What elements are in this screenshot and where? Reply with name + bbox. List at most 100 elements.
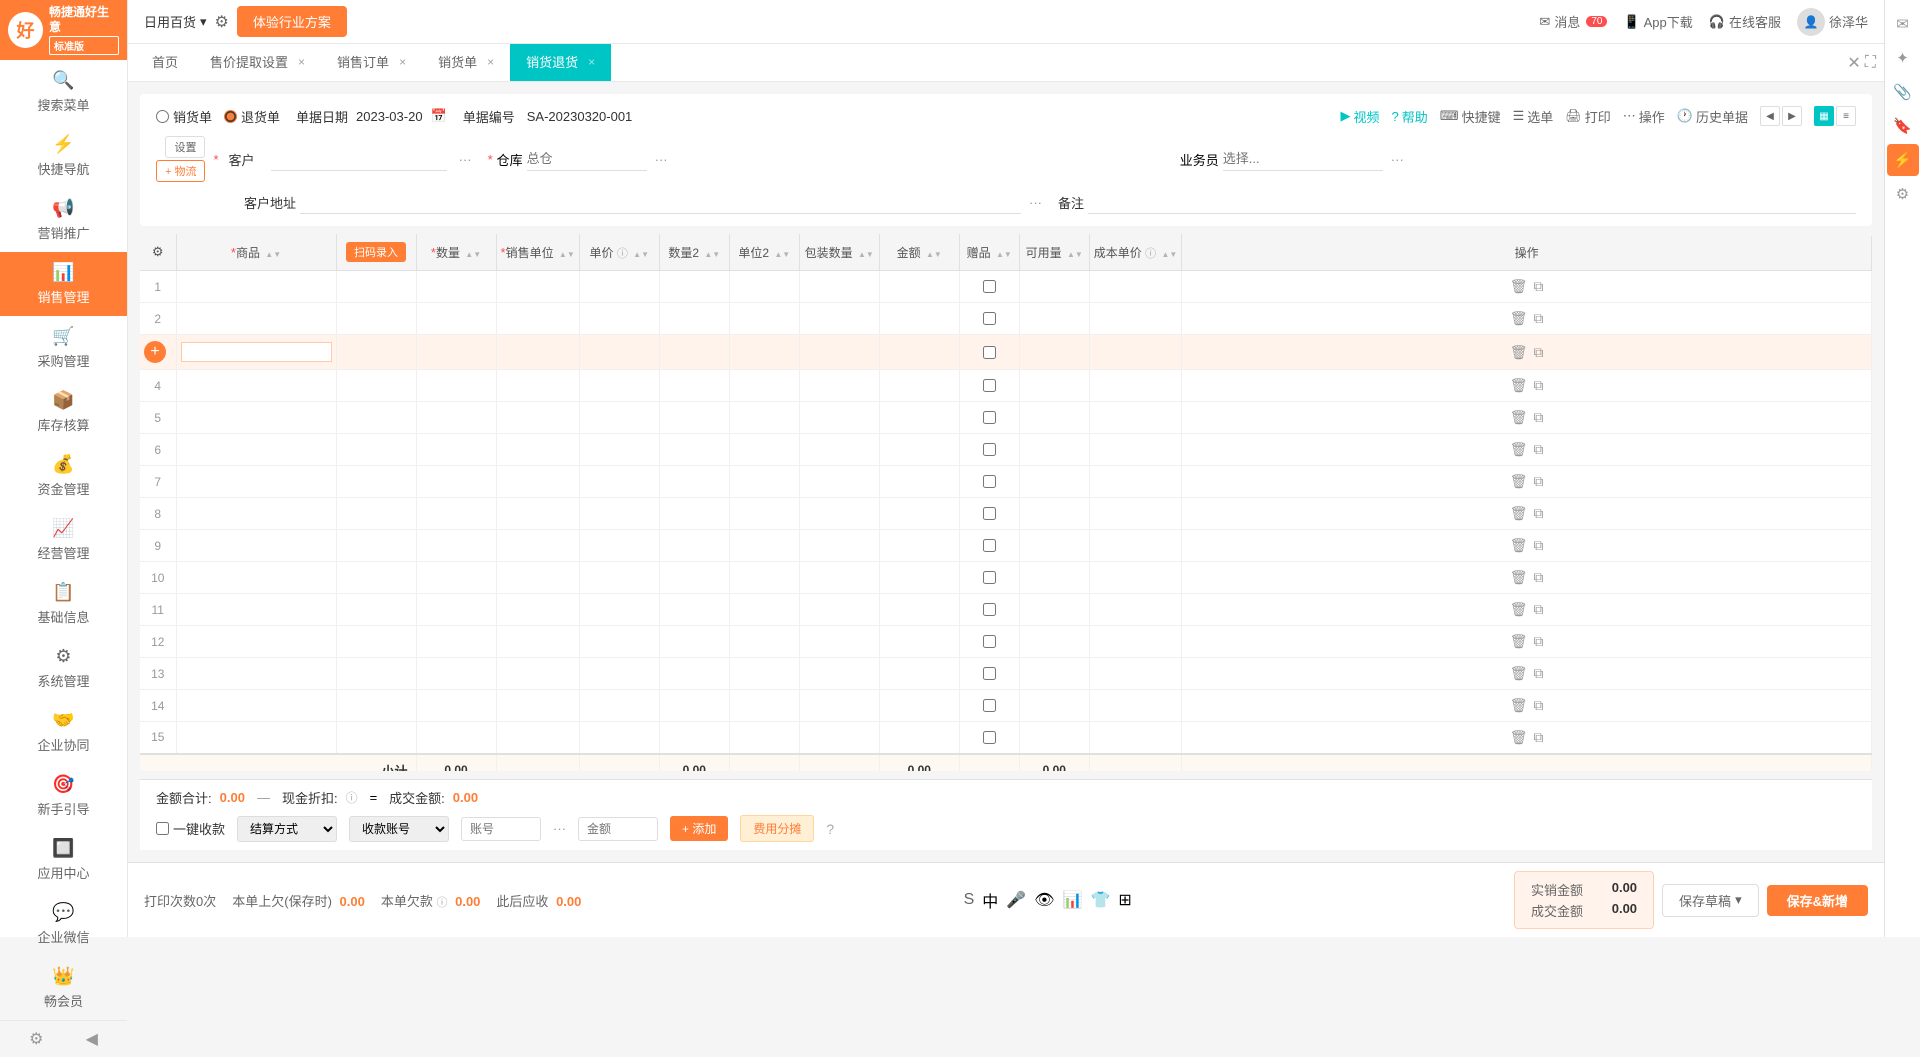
address-input[interactable] xyxy=(300,190,1021,214)
del10[interactable]: 🗑 xyxy=(1510,569,1528,586)
sort-pkgqty-icon[interactable]: ▲▼ xyxy=(858,250,874,259)
del12[interactable]: 🗑 xyxy=(1510,633,1528,650)
sort-product-icon[interactable]: ▲▼ xyxy=(265,250,281,259)
tab-sales-bill[interactable]: 销货单 × xyxy=(422,44,510,81)
gear-icon[interactable]: ⚙ xyxy=(152,244,164,259)
copy7[interactable]: ⧉ xyxy=(1534,473,1544,490)
add-payment-btn[interactable]: + 添加 xyxy=(670,816,728,841)
radio-sales-bill[interactable]: 销货单 xyxy=(156,107,212,126)
list-view-btn[interactable]: ≡ xyxy=(1836,106,1856,126)
unit2-cell-2[interactable] xyxy=(729,303,799,335)
gift-cell-3[interactable] xyxy=(959,335,1019,370)
price-cell-1[interactable] xyxy=(579,271,659,303)
history-next-btn[interactable]: ▶ xyxy=(1782,106,1802,126)
p6[interactable] xyxy=(176,434,336,466)
qty2-cell-1[interactable] xyxy=(659,271,729,303)
qty-cell-1[interactable] xyxy=(416,271,496,303)
customer-input[interactable] xyxy=(271,147,447,171)
gift-checkbox-3[interactable] xyxy=(983,346,996,359)
sidebar-item-member[interactable]: 👑 畅会员 xyxy=(0,956,127,1020)
delete-row-2-btn[interactable]: 🗑 xyxy=(1510,310,1528,327)
gift-checkbox-8[interactable] xyxy=(983,507,996,520)
qty-cell-2[interactable] xyxy=(416,303,496,335)
close-sales-return-tab-icon[interactable]: × xyxy=(588,55,595,69)
payment-method-select[interactable]: 结算方式 xyxy=(237,816,337,842)
print-btn[interactable]: 🖨 打印 xyxy=(1565,107,1611,126)
save-draft-btn[interactable]: 保存草稿 ▾ xyxy=(1662,884,1759,917)
footer-icon-7[interactable]: ⊞ xyxy=(1118,890,1131,910)
user-profile-btn[interactable]: 👤 徐泽华 xyxy=(1797,8,1868,36)
del8[interactable]: 🗑 xyxy=(1510,505,1528,522)
sort-amount-icon[interactable]: ▲▼ xyxy=(926,250,942,259)
footer-icon-3[interactable]: 🎤 xyxy=(1006,890,1026,910)
sidebar-item-quick-nav[interactable]: ⚡ 快捷导航 xyxy=(0,124,127,188)
sidebar-item-purchase[interactable]: 🛒 采购管理 xyxy=(0,316,127,380)
p8[interactable] xyxy=(176,498,336,530)
sidebar-item-finance[interactable]: 💰 资金管理 xyxy=(0,444,127,508)
gift-checkbox-5[interactable] xyxy=(983,411,996,424)
pkg-qty-cell-1[interactable] xyxy=(799,271,879,303)
sort-gift-icon[interactable]: ▲▼ xyxy=(996,250,1012,259)
right-panel-clip-btn[interactable]: 📎 xyxy=(1887,76,1919,108)
copy5[interactable]: ⧉ xyxy=(1534,409,1544,426)
del14[interactable]: 🗑 xyxy=(1510,697,1528,714)
staff-input[interactable] xyxy=(1223,147,1383,171)
gift-checkbox-6[interactable] xyxy=(983,443,996,456)
unit-cell-2[interactable] xyxy=(496,303,579,335)
sort-qty-icon[interactable]: ▲▼ xyxy=(465,250,481,259)
delete-row-1-btn[interactable]: 🗑 xyxy=(1510,278,1528,295)
payment-amount-input[interactable] xyxy=(578,817,658,841)
tab-home[interactable]: 首页 xyxy=(136,44,194,81)
gift-checkbox-7[interactable] xyxy=(983,475,996,488)
warehouse-more-icon[interactable]: ··· xyxy=(655,152,668,167)
p12[interactable] xyxy=(176,626,336,658)
sidebar-item-wechat[interactable]: 💬 企业微信 xyxy=(0,892,127,956)
del4[interactable]: 🗑 xyxy=(1510,377,1528,394)
footer-icon-1[interactable]: S xyxy=(964,891,975,909)
del11[interactable]: 🗑 xyxy=(1510,601,1528,618)
p14[interactable] xyxy=(176,690,336,722)
customer-more-icon[interactable]: ··· xyxy=(459,152,472,167)
close-price-tab-icon[interactable]: × xyxy=(298,55,305,69)
sort-available-icon[interactable]: ▲▼ xyxy=(1067,250,1083,259)
copy-row-2-btn[interactable]: ⧉ xyxy=(1534,310,1544,327)
del15[interactable]: 🗑 xyxy=(1510,729,1528,746)
right-panel-settings-btn[interactable]: ⚙ xyxy=(1887,178,1919,210)
sidebar-settings-btn[interactable]: ⚙ xyxy=(29,1029,43,1049)
topbar-gear-btn[interactable]: ⚙ xyxy=(215,12,229,32)
copy13[interactable]: ⧉ xyxy=(1534,665,1544,682)
qty2-cell-2[interactable] xyxy=(659,303,729,335)
gift-checkbox-14[interactable] xyxy=(983,699,996,712)
unit-cell-3[interactable] xyxy=(496,335,579,370)
del6[interactable]: 🗑 xyxy=(1510,441,1528,458)
footer-icon-5[interactable]: 📊 xyxy=(1063,890,1083,910)
close-sales-bill-tab-icon[interactable]: × xyxy=(487,55,494,69)
history-prev-btn[interactable]: ◀ xyxy=(1760,106,1780,126)
sidebar-item-basic-info[interactable]: 📋 基础信息 xyxy=(0,572,127,636)
sort-cost-icon[interactable]: ▲▼ xyxy=(1161,250,1177,259)
product-cell-1[interactable] xyxy=(176,271,336,303)
right-panel-note-btn[interactable]: ✉ xyxy=(1887,8,1919,40)
cost-price-info-icon[interactable]: ⓘ xyxy=(1145,248,1156,260)
del9[interactable]: 🗑 xyxy=(1510,537,1528,554)
scan-input-btn[interactable]: 扫码录入 xyxy=(346,242,406,262)
amount-cell-2[interactable] xyxy=(879,303,959,335)
gift-checkbox-9[interactable] xyxy=(983,539,996,552)
sidebar-item-search[interactable]: 🔍 搜索菜单 xyxy=(0,60,127,124)
save-new-btn[interactable]: 保存&新增 xyxy=(1767,885,1868,916)
price-cell-2[interactable] xyxy=(579,303,659,335)
dropdown-arrow-icon-draft[interactable]: ▾ xyxy=(1735,892,1742,908)
gift-checkbox-13[interactable] xyxy=(983,667,996,680)
online-service-btn[interactable]: 🎧 在线客服 xyxy=(1709,12,1781,31)
expense-info-icon[interactable]: ? xyxy=(826,821,834,837)
radio-return-bill[interactable]: 退货单 xyxy=(224,107,280,126)
close-sales-order-tab-icon[interactable]: × xyxy=(399,55,406,69)
sort-unit2-icon[interactable]: ▲▼ xyxy=(774,250,790,259)
right-panel-active-btn[interactable]: ⚡ xyxy=(1887,144,1919,176)
col-gear[interactable]: ⚙ xyxy=(140,234,176,271)
copy8[interactable]: ⧉ xyxy=(1534,505,1544,522)
pkg-qty-cell-2[interactable] xyxy=(799,303,879,335)
sort-price-icon[interactable]: ▲▼ xyxy=(633,250,649,259)
settings-btn[interactable]: 设置 xyxy=(165,136,205,158)
sidebar-item-inventory[interactable]: 📦 库存核算 xyxy=(0,380,127,444)
